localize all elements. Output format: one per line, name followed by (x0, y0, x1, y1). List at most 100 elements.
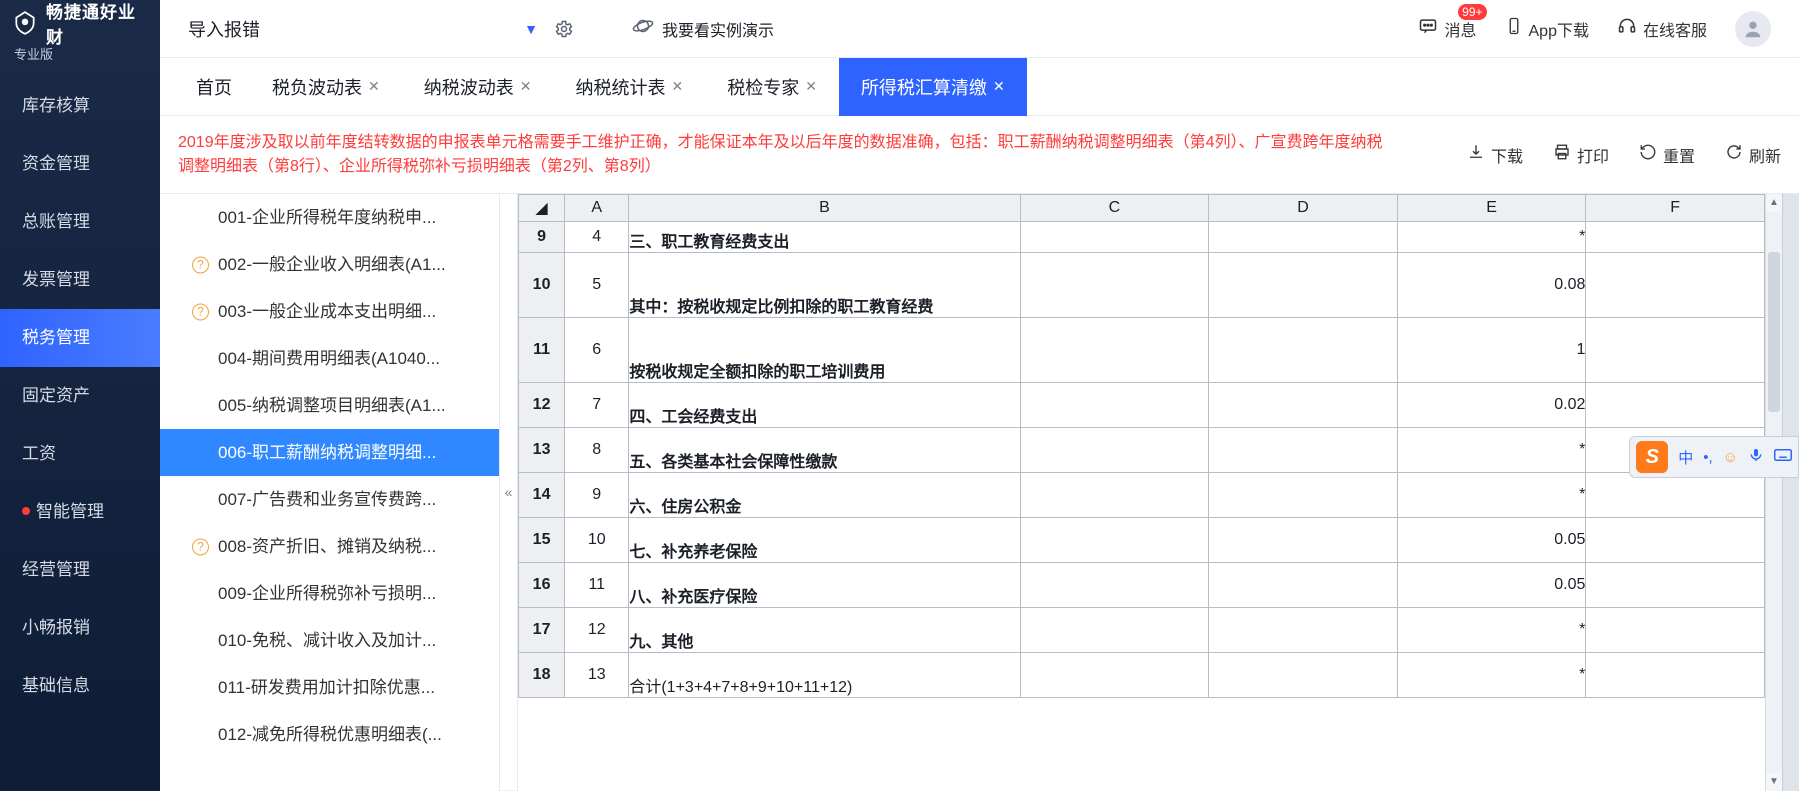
vertical-scrollbar[interactable]: ▲ ▼ (1765, 194, 1782, 791)
cell[interactable] (1586, 383, 1765, 428)
col-header-F[interactable]: F (1586, 195, 1765, 222)
cell[interactable]: * (1397, 608, 1586, 653)
row-header[interactable]: 9 (519, 222, 565, 253)
cell[interactable]: 0.02 (1397, 383, 1586, 428)
cell[interactable]: 九、其他 (629, 608, 1020, 653)
cell[interactable]: 四、工会经费支出 (629, 383, 1020, 428)
nav-item[interactable]: 工资 (0, 425, 160, 483)
list-item[interactable]: ?002-一般企业收入明细表(A1... (160, 241, 499, 288)
chevron-down-icon[interactable]: ▼ (524, 21, 538, 37)
close-icon[interactable]: ✕ (671, 78, 683, 95)
cell[interactable] (1020, 563, 1209, 608)
list-item[interactable]: 009-企业所得税弥补亏损明... (160, 570, 499, 617)
corner-cell[interactable]: ◢ (519, 195, 565, 222)
cell[interactable]: 0.05 (1397, 563, 1586, 608)
close-icon[interactable]: ✕ (368, 78, 380, 95)
row-header[interactable]: 18 (519, 653, 565, 698)
list-item[interactable]: 006-职工薪酬纳税调整明细... (160, 429, 499, 476)
cell[interactable]: 五、各类基本社会保障性缴款 (629, 428, 1020, 473)
list-item[interactable]: 011-研发费用加计扣除优惠... (160, 664, 499, 711)
col-header-D[interactable]: D (1209, 195, 1398, 222)
search-input[interactable] (188, 11, 518, 47)
cell[interactable] (1586, 318, 1765, 383)
nav-item[interactable]: 发票管理 (0, 251, 160, 309)
row-header[interactable]: 16 (519, 563, 565, 608)
messages-button[interactable]: 消息 99+ (1418, 16, 1476, 41)
demo-link[interactable]: 我要看实例演示 (632, 15, 774, 42)
cell[interactable]: 7 (565, 383, 629, 428)
cell[interactable]: * (1397, 473, 1586, 518)
cell[interactable] (1020, 383, 1209, 428)
cell[interactable] (1209, 253, 1398, 318)
tab[interactable]: 所得税汇算清缴✕ (839, 58, 1027, 116)
col-header-A[interactable]: A (565, 195, 629, 222)
close-icon[interactable]: ✕ (805, 78, 817, 95)
ime-keyboard-icon[interactable] (1774, 448, 1792, 466)
cell[interactable] (1020, 428, 1209, 473)
scroll-thumb[interactable] (1768, 252, 1780, 412)
cell[interactable]: 5 (565, 253, 629, 318)
scroll-up-icon[interactable]: ▲ (1766, 194, 1782, 212)
row-header[interactable]: 17 (519, 608, 565, 653)
cell[interactable] (1209, 608, 1398, 653)
list-item[interactable]: 010-免税、减计收入及加计... (160, 617, 499, 664)
cell[interactable] (1586, 608, 1765, 653)
nav-item[interactable]: 经营管理 (0, 541, 160, 599)
tab[interactable]: 首页 (178, 58, 250, 116)
cell[interactable]: 合计(1+3+4+7+8+9+10+11+12) (629, 653, 1020, 698)
nav-item[interactable]: 库存核算 (0, 77, 160, 135)
list-item[interactable]: ?003-一般企业成本支出明细... (160, 288, 499, 335)
cell[interactable] (1209, 428, 1398, 473)
cell[interactable]: 10 (565, 518, 629, 563)
ime-punct-icon[interactable]: •, (1703, 449, 1712, 466)
cell[interactable] (1209, 653, 1398, 698)
list-item[interactable]: 005-纳税调整项目明细表(A1... (160, 382, 499, 429)
cell[interactable]: 9 (565, 473, 629, 518)
cell[interactable]: * (1397, 653, 1586, 698)
cell[interactable] (1586, 518, 1765, 563)
cell[interactable] (1586, 473, 1765, 518)
cell[interactable] (1209, 222, 1398, 253)
cell[interactable]: 按税收规定全额扣除的职工培训费用 (629, 318, 1020, 383)
app-download-button[interactable]: App下载 (1505, 16, 1589, 41)
cell[interactable]: 4 (565, 222, 629, 253)
list-item[interactable]: ?008-资产折旧、摊销及纳税... (160, 523, 499, 570)
list-item[interactable]: 012-减免所得税优惠明细表(... (160, 711, 499, 758)
cell[interactable]: 0.08 (1397, 253, 1586, 318)
collapse-handle[interactable]: « (500, 194, 518, 790)
list-item[interactable]: 007-广告费和业务宣传费跨... (160, 476, 499, 523)
close-icon[interactable]: ✕ (520, 78, 532, 95)
refresh-button[interactable]: 刷新 (1725, 143, 1781, 167)
cell[interactable] (1209, 473, 1398, 518)
tab[interactable]: 纳税波动表✕ (402, 58, 554, 116)
list-item[interactable]: 004-期间费用明细表(A1040... (160, 335, 499, 382)
row-header[interactable]: 10 (519, 253, 565, 318)
cell[interactable] (1586, 253, 1765, 318)
cell[interactable]: 七、补充养老保险 (629, 518, 1020, 563)
cell[interactable]: 13 (565, 653, 629, 698)
col-header-B[interactable]: B (629, 195, 1020, 222)
cell[interactable] (1586, 222, 1765, 253)
cell[interactable]: * (1397, 428, 1586, 473)
cell[interactable]: 11 (565, 563, 629, 608)
cell[interactable]: * (1397, 222, 1586, 253)
tab[interactable]: 税负波动表✕ (250, 58, 402, 116)
reset-button[interactable]: 重置 (1639, 143, 1695, 167)
nav-item[interactable]: 基础信息 (0, 657, 160, 715)
cell[interactable] (1586, 563, 1765, 608)
nav-item[interactable]: 固定资产 (0, 367, 160, 425)
ime-emoji-icon[interactable]: ☺ (1723, 449, 1738, 466)
avatar[interactable] (1735, 11, 1771, 47)
cell[interactable] (1209, 563, 1398, 608)
cell[interactable]: 6 (565, 318, 629, 383)
cell[interactable] (1020, 253, 1209, 318)
row-header[interactable]: 11 (519, 318, 565, 383)
cell[interactable]: 8 (565, 428, 629, 473)
close-icon[interactable]: ✕ (993, 78, 1005, 95)
ime-mode[interactable]: 中 (1678, 447, 1693, 468)
cell[interactable]: 0.05 (1397, 518, 1586, 563)
cell[interactable] (1020, 473, 1209, 518)
cell[interactable]: 六、住房公积金 (629, 473, 1020, 518)
cell[interactable]: 1 (1397, 318, 1586, 383)
nav-item[interactable]: 税务管理 (0, 309, 160, 367)
